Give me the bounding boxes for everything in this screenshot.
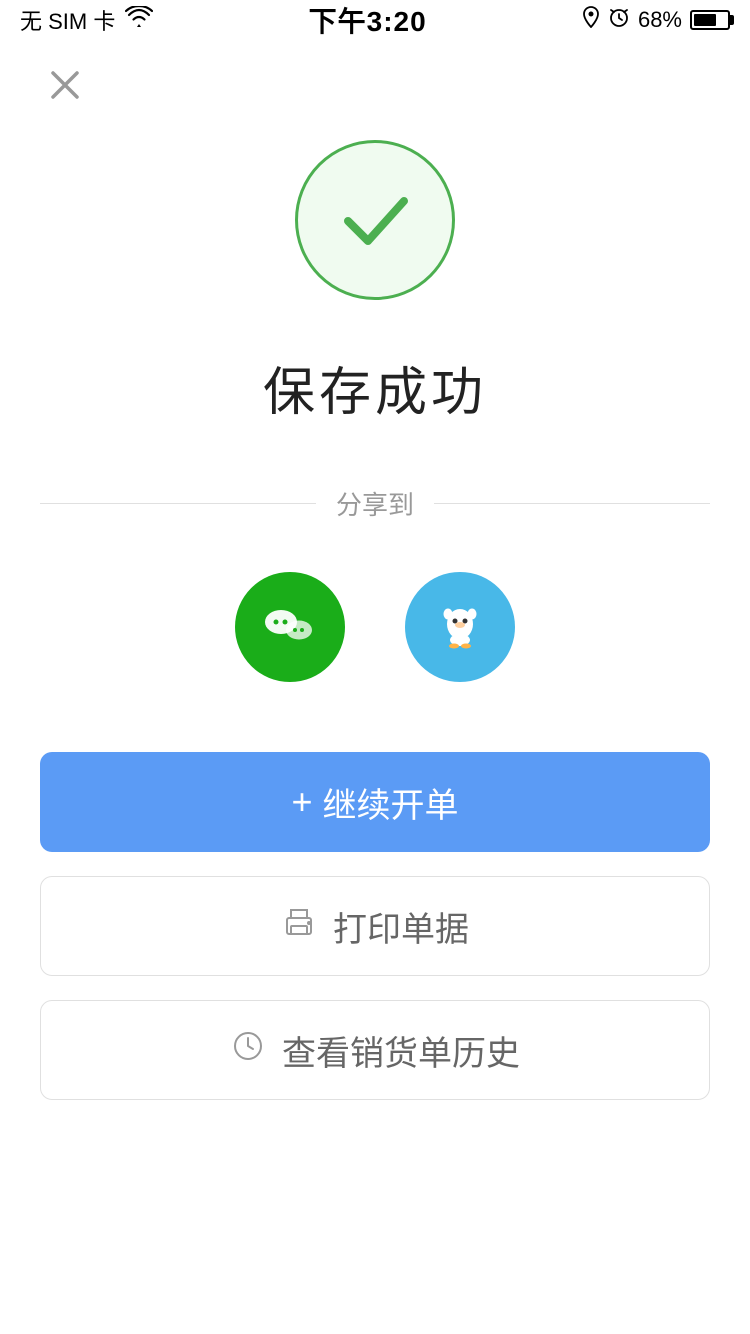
printer-icon	[281, 904, 317, 949]
battery-percentage: 68%	[638, 7, 682, 33]
status-time: 下午3:20	[309, 0, 427, 40]
share-divider: 分享到	[40, 485, 710, 522]
status-right: 68%	[582, 6, 730, 34]
print-label: 打印单据	[333, 902, 469, 951]
no-sim-text: 无 SIM 卡	[20, 4, 115, 36]
clock-icon	[230, 1028, 266, 1073]
history-label: 查看销货单历史	[282, 1026, 520, 1075]
status-bar: 无 SIM 卡 下午3:20 68%	[0, 0, 750, 40]
alarm-icon	[608, 6, 630, 34]
qq-icon	[429, 596, 491, 658]
divider-left	[40, 503, 316, 504]
checkmark-icon	[330, 175, 420, 265]
main-content: 保存成功 分享到	[0, 40, 750, 1100]
history-button[interactable]: 查看销货单历史	[40, 1000, 710, 1100]
print-button[interactable]: 打印单据	[40, 876, 710, 976]
location-icon	[582, 6, 600, 34]
success-title: 保存成功	[263, 350, 487, 425]
continue-plus-icon: +	[291, 781, 312, 823]
action-buttons: + 继续开单 打印单据 查看销货单历史	[40, 752, 710, 1100]
close-button[interactable]	[40, 60, 90, 110]
share-icons-row	[235, 572, 515, 682]
wechat-icon	[259, 596, 321, 658]
continue-label: 继续开单	[323, 778, 459, 827]
share-label: 分享到	[336, 485, 414, 522]
battery-icon	[690, 10, 730, 30]
wifi-icon	[125, 6, 153, 34]
divider-right	[434, 503, 710, 504]
continue-button[interactable]: + 继续开单	[40, 752, 710, 852]
wechat-share-button[interactable]	[235, 572, 345, 682]
qq-share-button[interactable]	[405, 572, 515, 682]
close-icon	[47, 67, 83, 103]
close-button-wrap	[40, 40, 710, 140]
status-left: 无 SIM 卡	[20, 4, 153, 36]
success-icon-circle	[295, 140, 455, 300]
